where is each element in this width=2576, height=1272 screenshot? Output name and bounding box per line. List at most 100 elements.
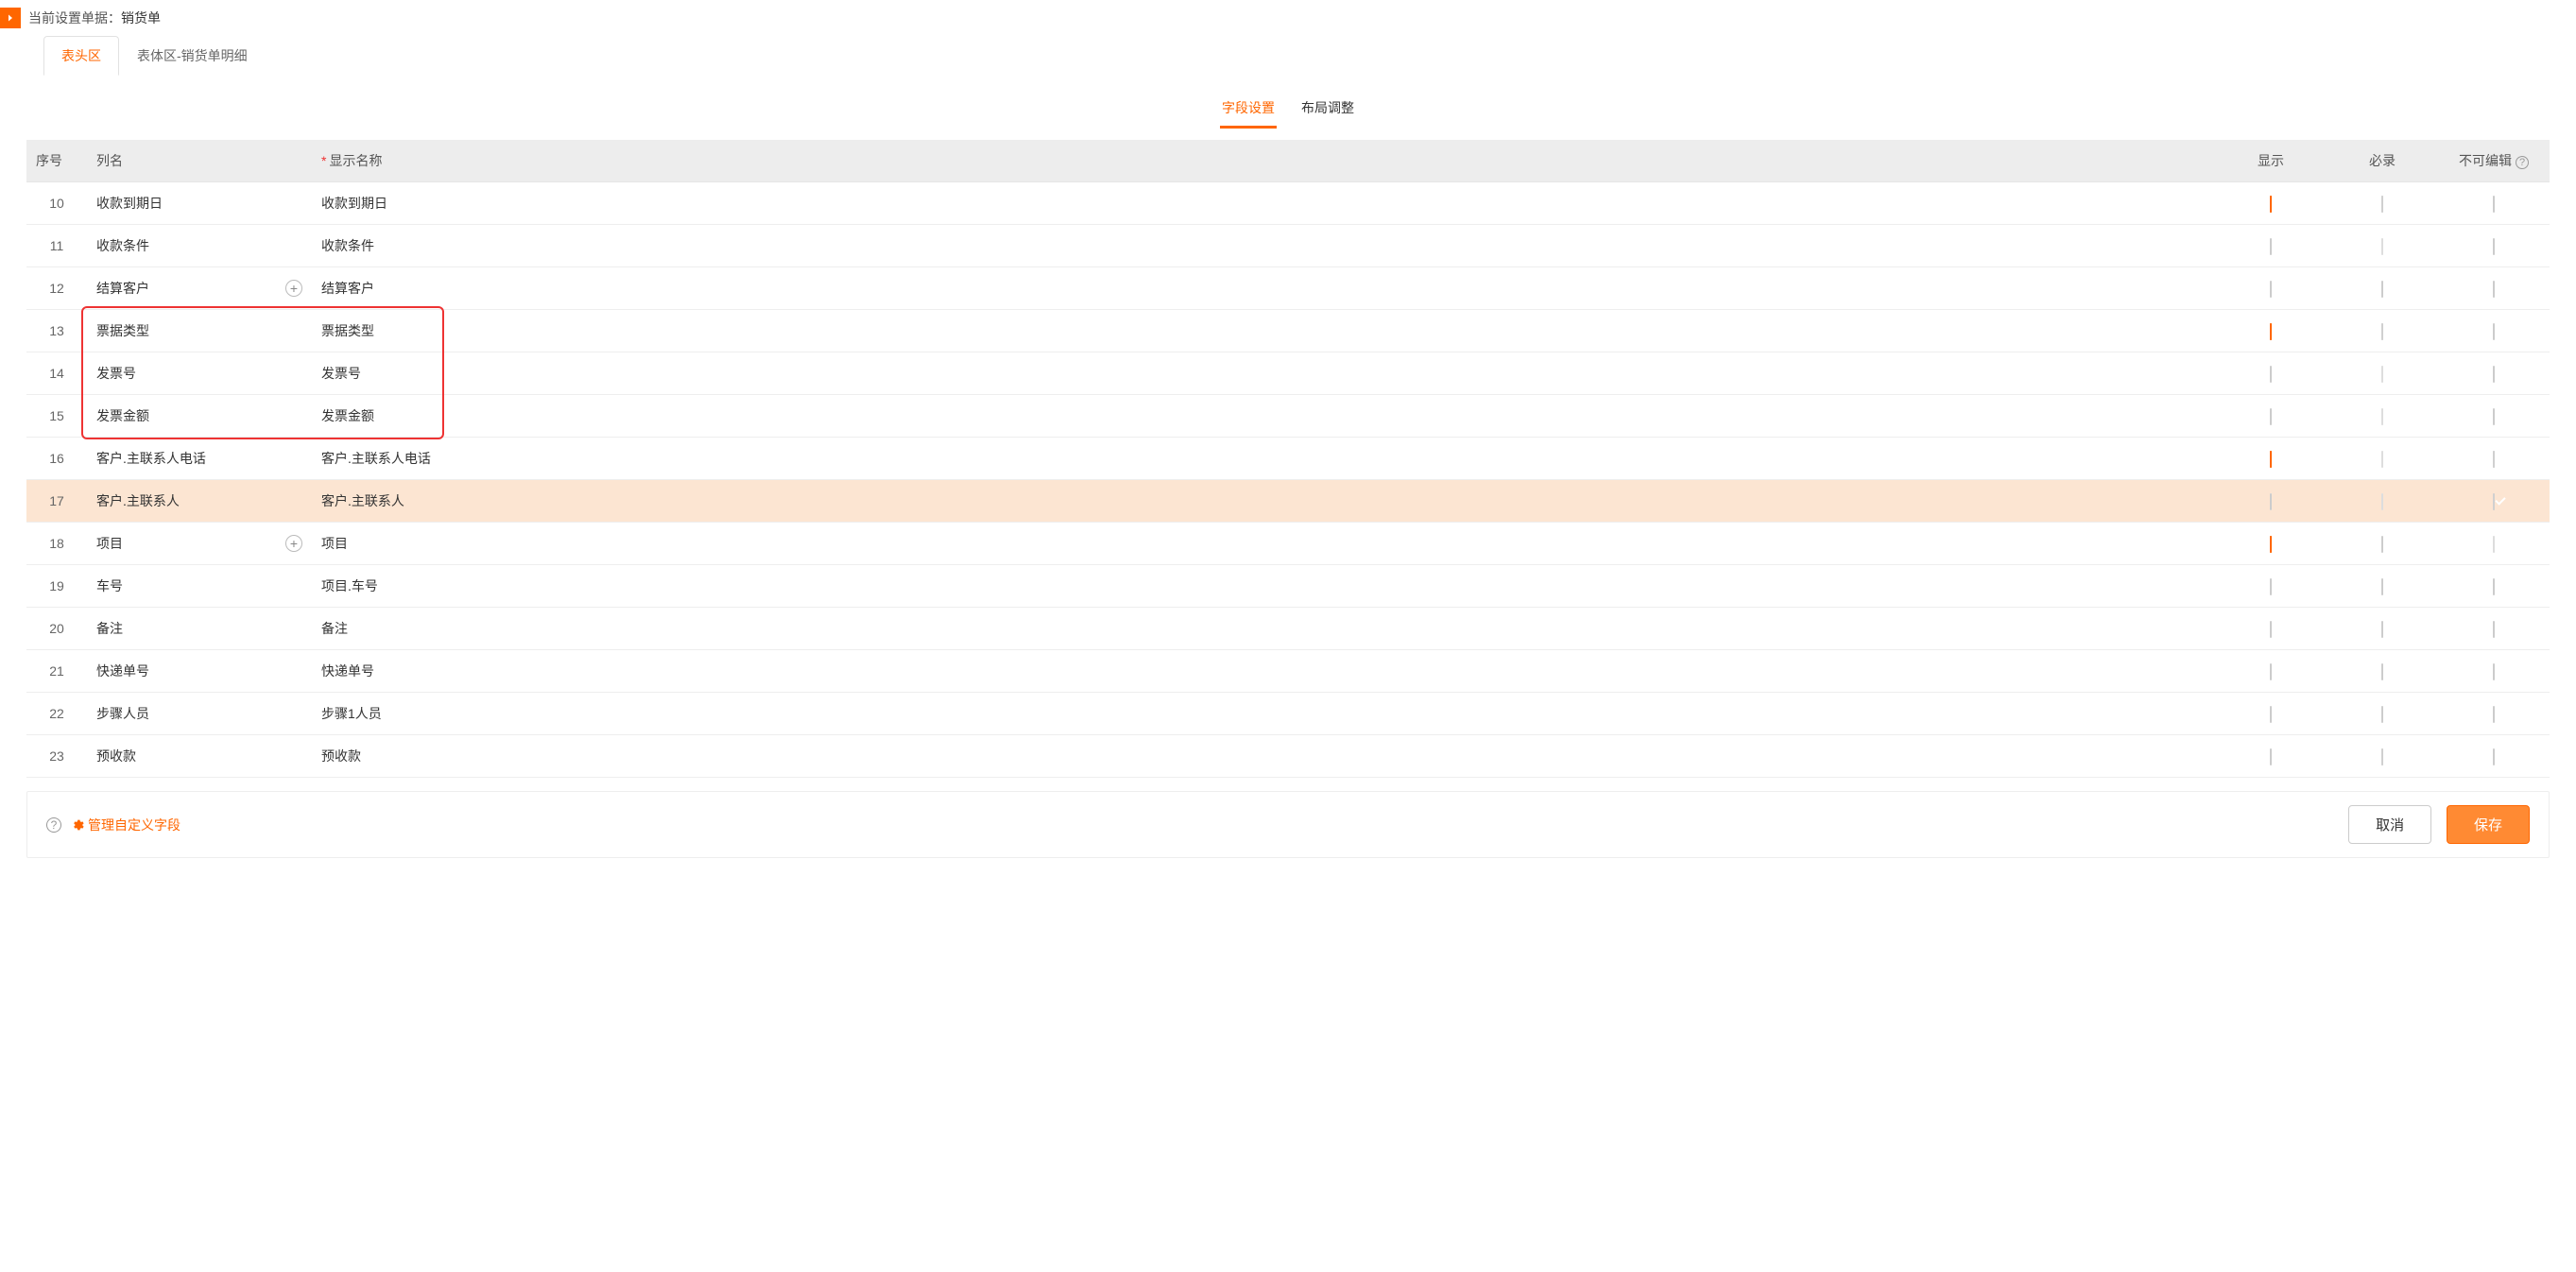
noedit-checkbox[interactable] (2493, 366, 2495, 383)
cell-noedit (2438, 267, 2550, 310)
cell-display[interactable]: 项目.车号 (312, 565, 2215, 608)
cell-display[interactable]: 客户.主联系人电话 (312, 438, 2215, 480)
cell-required (2327, 225, 2438, 267)
cell-noedit (2438, 225, 2550, 267)
cell-display[interactable]: 收款到期日 (312, 182, 2215, 225)
help-circle-icon[interactable]: ? (46, 817, 61, 833)
cell-show (2215, 310, 2327, 352)
cell-name: 票据类型 (87, 310, 312, 352)
col-noedit: 不可编辑? (2438, 140, 2550, 182)
cell-noedit (2438, 480, 2550, 523)
cell-name: 快递单号 (87, 650, 312, 693)
column-name-text: 客户.主联系人 (96, 491, 180, 510)
cell-required (2327, 693, 2438, 735)
show-checkbox[interactable] (2270, 621, 2272, 638)
help-icon[interactable]: ? (2516, 156, 2529, 169)
cell-display[interactable]: 项目 (312, 523, 2215, 565)
cell-seq: 20 (26, 608, 87, 650)
noedit-checkbox[interactable] (2493, 706, 2495, 723)
table-row: 15发票金额发票金额 (26, 395, 2550, 438)
cell-display[interactable]: 票据类型 (312, 310, 2215, 352)
cell-seq: 21 (26, 650, 87, 693)
table-row: 18 项目 + 项目 (26, 523, 2550, 565)
column-name-text: 车号 (96, 576, 123, 595)
show-checkbox[interactable] (2270, 706, 2272, 723)
cell-display[interactable]: 快递单号 (312, 650, 2215, 693)
main-tabs: 表头区表体区-销货单明细 (0, 36, 2576, 76)
col-display: *显示名称 (312, 140, 2215, 182)
cell-show (2215, 693, 2327, 735)
plus-icon[interactable]: + (285, 535, 302, 552)
fields-table: 序号 列名 *显示名称 显示 必录 不可编辑? 10收款到期日收款到期日11收款… (26, 140, 2550, 778)
cell-show (2215, 480, 2327, 523)
noedit-checkbox (2493, 451, 2495, 468)
show-checkbox[interactable] (2270, 408, 2272, 425)
show-checkbox[interactable] (2270, 323, 2272, 340)
cell-display[interactable]: 结算客户 (312, 267, 2215, 310)
noedit-checkbox[interactable] (2493, 238, 2495, 255)
cell-noedit (2438, 523, 2550, 565)
noedit-checkbox[interactable] (2493, 408, 2495, 425)
sub-tabs: 字段设置布局调整 (26, 91, 2550, 129)
main-tab-0[interactable]: 表头区 (43, 36, 119, 76)
show-checkbox[interactable] (2270, 366, 2272, 383)
cell-seq: 18 (26, 523, 87, 565)
save-button[interactable]: 保存 (2447, 805, 2530, 844)
plus-icon[interactable]: + (285, 280, 302, 297)
cell-display[interactable]: 客户.主联系人 (312, 480, 2215, 523)
column-name-text: 收款条件 (96, 236, 149, 255)
required-checkbox[interactable] (2381, 281, 2383, 298)
required-checkbox[interactable] (2381, 706, 2383, 723)
cell-required (2327, 480, 2438, 523)
cell-show (2215, 608, 2327, 650)
required-checkbox[interactable] (2381, 578, 2383, 595)
manage-custom-fields-link[interactable]: 管理自定义字段 (71, 816, 180, 834)
show-checkbox[interactable] (2270, 238, 2272, 255)
column-name-text: 项目 (96, 534, 123, 553)
cell-noedit (2438, 438, 2550, 480)
sub-tab-1[interactable]: 布局调整 (1299, 91, 1356, 129)
cell-display[interactable]: 发票金额 (312, 395, 2215, 438)
main-tab-1[interactable]: 表体区-销货单明细 (119, 36, 266, 76)
noedit-checkbox[interactable] (2493, 323, 2495, 340)
cell-seq: 12 (26, 267, 87, 310)
table-row: 11收款条件收款条件 (26, 225, 2550, 267)
cancel-button[interactable]: 取消 (2348, 805, 2431, 844)
cell-required (2327, 565, 2438, 608)
noedit-checkbox[interactable] (2493, 281, 2495, 298)
show-checkbox[interactable] (2270, 281, 2272, 298)
show-checkbox[interactable] (2270, 748, 2272, 765)
cell-display[interactable]: 备注 (312, 608, 2215, 650)
show-checkbox[interactable] (2270, 493, 2272, 510)
column-name-text: 客户.主联系人电话 (96, 449, 206, 468)
column-name-text: 发票号 (96, 364, 136, 383)
required-checkbox[interactable] (2381, 621, 2383, 638)
noedit-checkbox[interactable] (2493, 663, 2495, 680)
cell-name: 预收款 (87, 735, 312, 778)
cell-noedit (2438, 310, 2550, 352)
show-checkbox[interactable] (2270, 663, 2272, 680)
cell-required (2327, 352, 2438, 395)
cell-display[interactable]: 预收款 (312, 735, 2215, 778)
show-checkbox[interactable] (2270, 578, 2272, 595)
noedit-checkbox[interactable] (2493, 748, 2495, 765)
col-name: 列名 (87, 140, 312, 182)
noedit-checkbox[interactable] (2493, 578, 2495, 595)
required-checkbox[interactable] (2381, 536, 2383, 553)
show-checkbox[interactable] (2270, 536, 2272, 553)
cell-noedit (2438, 693, 2550, 735)
collapse-icon[interactable] (0, 8, 21, 28)
column-name-text: 备注 (96, 619, 123, 638)
cell-display[interactable]: 发票号 (312, 352, 2215, 395)
cell-seq: 22 (26, 693, 87, 735)
cell-display[interactable]: 收款条件 (312, 225, 2215, 267)
required-checkbox (2381, 238, 2383, 255)
required-checkbox (2381, 366, 2383, 383)
noedit-checkbox[interactable] (2493, 196, 2495, 213)
sub-tab-0[interactable]: 字段设置 (1220, 91, 1277, 129)
noedit-checkbox[interactable] (2493, 621, 2495, 638)
show-checkbox[interactable] (2270, 196, 2272, 213)
required-checkbox[interactable] (2381, 663, 2383, 680)
cell-display[interactable]: 步骤1人员 (312, 693, 2215, 735)
show-checkbox[interactable] (2270, 451, 2272, 468)
